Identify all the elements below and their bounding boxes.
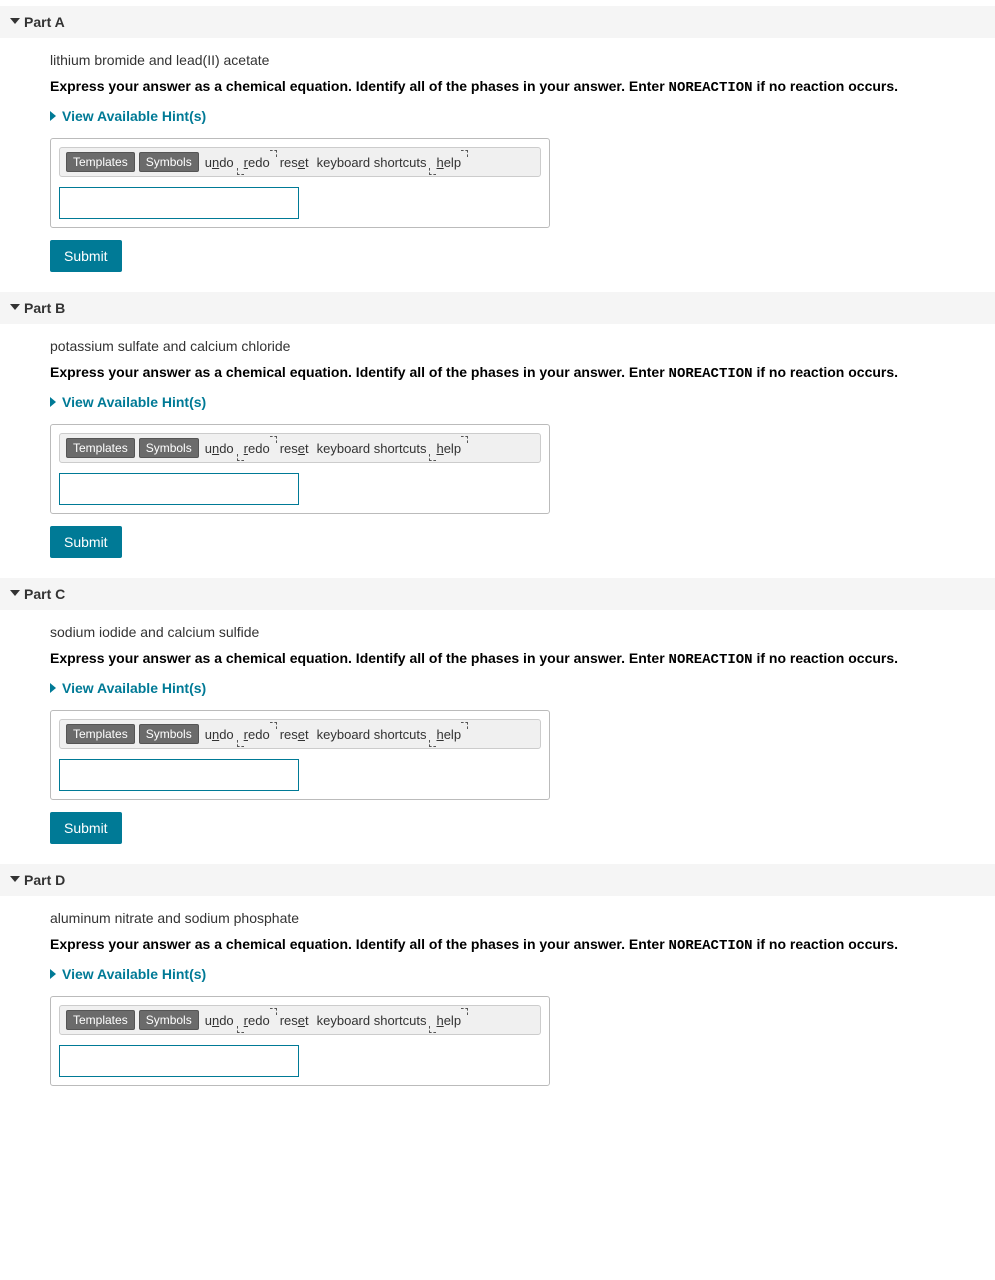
part-body: aluminum nitrate and sodium phosphate Ex… [0, 896, 995, 1112]
instruction-text: Express your answer as a chemical equati… [50, 650, 985, 668]
caret-down-icon [10, 590, 20, 596]
caret-down-icon [10, 876, 20, 882]
answer-input[interactable] [59, 1045, 299, 1077]
templates-button[interactable]: Templates [66, 724, 135, 744]
hints-label: View Available Hint(s) [62, 680, 206, 696]
caret-right-icon [50, 111, 56, 121]
part-header[interactable]: Part A [0, 6, 995, 38]
part-header[interactable]: Part B [0, 292, 995, 324]
caret-down-icon [10, 304, 20, 310]
view-hints-link[interactable]: View Available Hint(s) [50, 108, 206, 124]
answer-box: Templates Symbols undo redo reset keyboa… [50, 710, 550, 800]
answer-box: Templates Symbols undo redo reset keyboa… [50, 424, 550, 514]
question-text: sodium iodide and calcium sulfide [50, 624, 985, 640]
help-button[interactable]: help [434, 727, 463, 742]
view-hints-link[interactable]: View Available Hint(s) [50, 966, 206, 982]
instruction-text: Express your answer as a chemical equati… [50, 364, 985, 382]
keyboard-shortcuts-button[interactable]: keyboard shortcuts [315, 1013, 429, 1028]
equation-toolbar: Templates Symbols undo redo reset keyboa… [59, 147, 541, 177]
part-header[interactable]: Part C [0, 578, 995, 610]
keyboard-shortcuts-button[interactable]: keyboard shortcuts [315, 155, 429, 170]
reset-button[interactable]: reset [278, 727, 311, 742]
undo-button[interactable]: undo [203, 727, 236, 742]
part-label: Part A [24, 14, 65, 30]
answer-input[interactable] [59, 759, 299, 791]
symbols-button[interactable]: Symbols [139, 724, 199, 744]
undo-button[interactable]: undo [203, 1013, 236, 1028]
keyboard-shortcuts-button[interactable]: keyboard shortcuts [315, 441, 429, 456]
part-body: lithium bromide and lead(II) acetate Exp… [0, 38, 995, 286]
redo-button[interactable]: redo [242, 155, 272, 170]
hints-label: View Available Hint(s) [62, 966, 206, 982]
instruction-text: Express your answer as a chemical equati… [50, 936, 985, 954]
symbols-button[interactable]: Symbols [139, 152, 199, 172]
part-header[interactable]: Part D [0, 864, 995, 896]
part-body: sodium iodide and calcium sulfide Expres… [0, 610, 995, 858]
equation-toolbar: Templates Symbols undo redo reset keyboa… [59, 719, 541, 749]
question-text: potassium sulfate and calcium chloride [50, 338, 985, 354]
submit-button[interactable]: Submit [50, 240, 122, 272]
help-button[interactable]: help [434, 441, 463, 456]
part-body: potassium sulfate and calcium chloride E… [0, 324, 995, 572]
redo-button[interactable]: redo [242, 441, 272, 456]
hints-label: View Available Hint(s) [62, 394, 206, 410]
caret-down-icon [10, 18, 20, 24]
part-label: Part C [24, 586, 65, 602]
reset-button[interactable]: reset [278, 1013, 311, 1028]
caret-right-icon [50, 969, 56, 979]
redo-button[interactable]: redo [242, 727, 272, 742]
question-text: lithium bromide and lead(II) acetate [50, 52, 985, 68]
instruction-text: Express your answer as a chemical equati… [50, 78, 985, 96]
equation-toolbar: Templates Symbols undo redo reset keyboa… [59, 1005, 541, 1035]
answer-input[interactable] [59, 473, 299, 505]
symbols-button[interactable]: Symbols [139, 438, 199, 458]
part-label: Part D [24, 872, 65, 888]
view-hints-link[interactable]: View Available Hint(s) [50, 680, 206, 696]
view-hints-link[interactable]: View Available Hint(s) [50, 394, 206, 410]
equation-toolbar: Templates Symbols undo redo reset keyboa… [59, 433, 541, 463]
redo-button[interactable]: redo [242, 1013, 272, 1028]
undo-button[interactable]: undo [203, 155, 236, 170]
answer-input[interactable] [59, 187, 299, 219]
caret-right-icon [50, 397, 56, 407]
templates-button[interactable]: Templates [66, 1010, 135, 1030]
keyboard-shortcuts-button[interactable]: keyboard shortcuts [315, 727, 429, 742]
undo-button[interactable]: undo [203, 441, 236, 456]
part-label: Part B [24, 300, 65, 316]
answer-box: Templates Symbols undo redo reset keyboa… [50, 996, 550, 1086]
help-button[interactable]: help [434, 155, 463, 170]
reset-button[interactable]: reset [278, 155, 311, 170]
hints-label: View Available Hint(s) [62, 108, 206, 124]
reset-button[interactable]: reset [278, 441, 311, 456]
templates-button[interactable]: Templates [66, 152, 135, 172]
templates-button[interactable]: Templates [66, 438, 135, 458]
question-text: aluminum nitrate and sodium phosphate [50, 910, 985, 926]
help-button[interactable]: help [434, 1013, 463, 1028]
answer-box: Templates Symbols undo redo reset keyboa… [50, 138, 550, 228]
submit-button[interactable]: Submit [50, 526, 122, 558]
submit-button[interactable]: Submit [50, 812, 122, 844]
caret-right-icon [50, 683, 56, 693]
symbols-button[interactable]: Symbols [139, 1010, 199, 1030]
